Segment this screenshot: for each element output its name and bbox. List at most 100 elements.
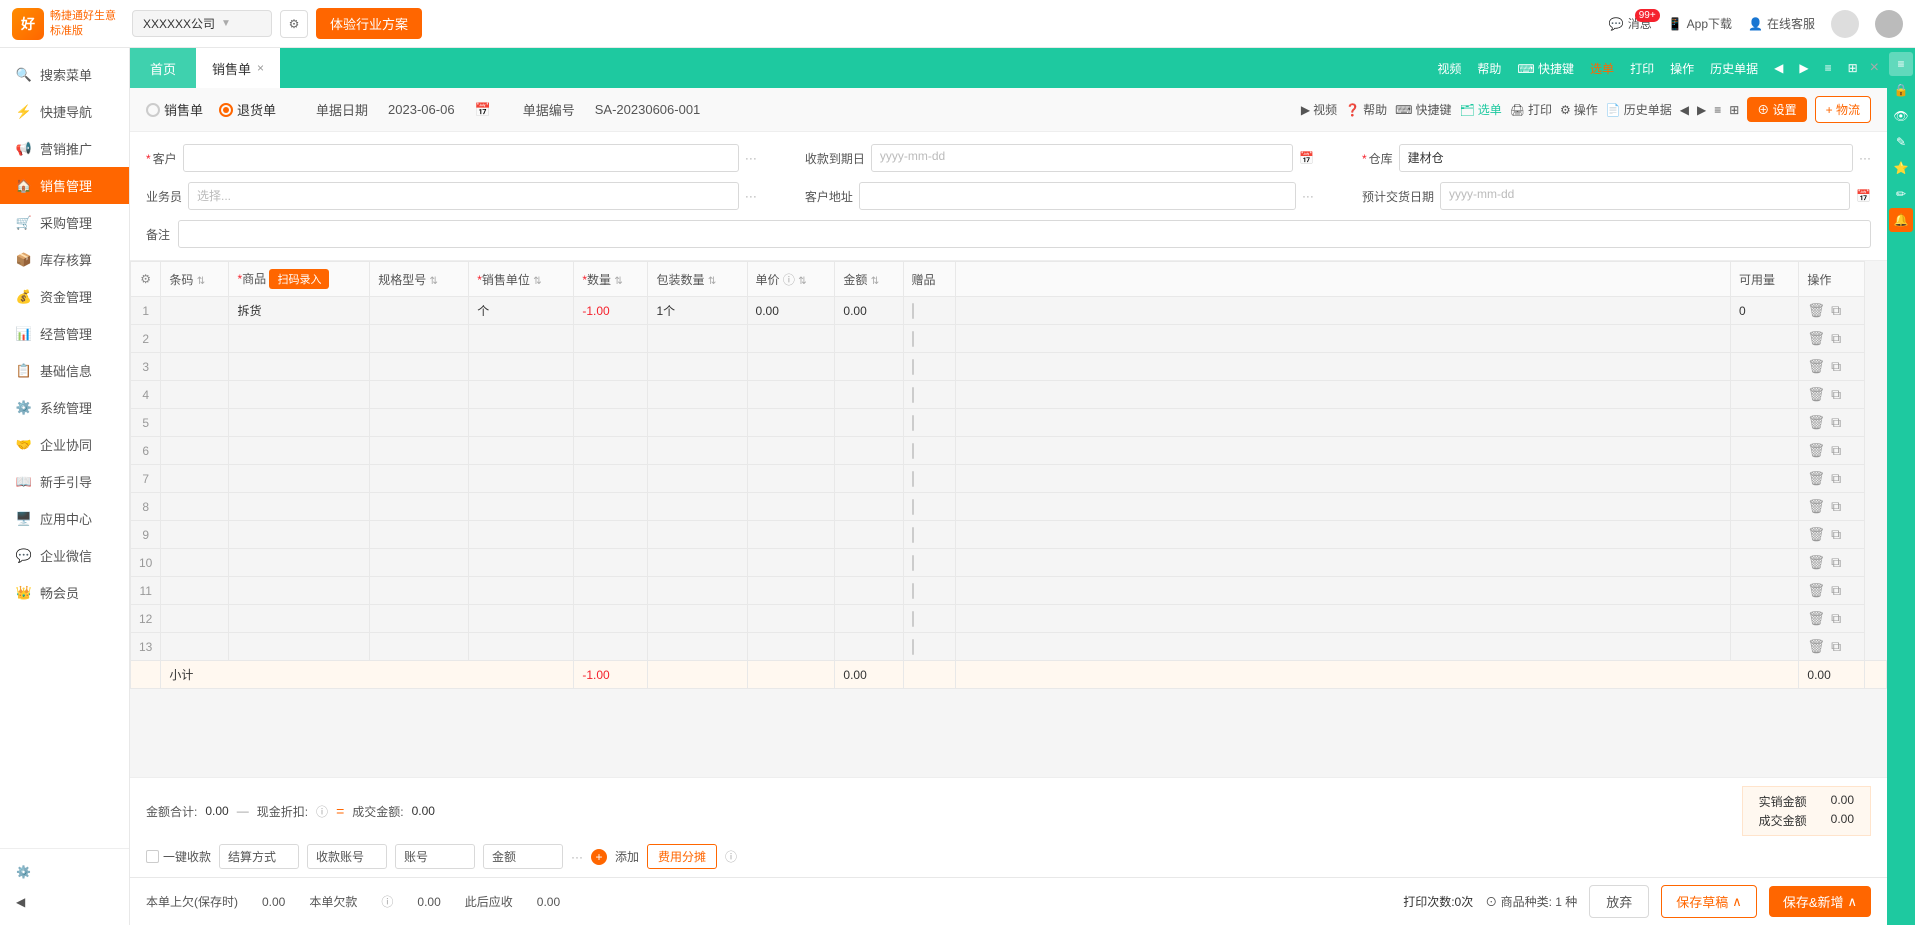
row-copy-icon-1[interactable]: ⧉	[1831, 330, 1841, 347]
add-button[interactable]: +	[591, 849, 607, 865]
row-pkg-qty-7[interactable]	[648, 493, 747, 521]
row-product-12[interactable]	[229, 633, 370, 661]
row-qty-7[interactable]	[574, 493, 648, 521]
row-gift-7[interactable]	[903, 493, 956, 521]
row-product-9[interactable]	[229, 549, 370, 577]
save-draft-button[interactable]: 保存草稿 ∧	[1661, 885, 1757, 918]
row-gift-11[interactable]	[903, 605, 956, 633]
one-click-pay-checkbox[interactable]: 一键收款	[146, 848, 211, 865]
gift-checkbox-11[interactable]	[912, 611, 914, 627]
row-amount-7[interactable]	[835, 493, 903, 521]
row-copy-icon-7[interactable]: ⧉	[1831, 498, 1841, 515]
row-price-6[interactable]	[747, 465, 835, 493]
row-unit-12[interactable]	[469, 633, 574, 661]
operations-button[interactable]: 操作	[1666, 58, 1698, 79]
gift-checkbox-0[interactable]	[912, 303, 914, 319]
sidebar-collapse-button[interactable]: ◀	[0, 887, 129, 917]
due-date-calendar-icon[interactable]: 📅	[1299, 151, 1314, 165]
row-amount-6[interactable]	[835, 465, 903, 493]
row-gift-3[interactable]	[903, 381, 956, 409]
customer-input[interactable]	[183, 144, 739, 172]
avatar[interactable]	[1831, 10, 1859, 38]
row-copy-icon-0[interactable]: ⧉	[1831, 302, 1841, 319]
sidebar-item-guide[interactable]: 📖 新手引导	[0, 463, 129, 500]
row-product-1[interactable]	[229, 325, 370, 353]
salesperson-more-icon[interactable]: ···	[745, 189, 757, 203]
addr-more-icon[interactable]: ···	[1302, 189, 1314, 203]
row-amount-1[interactable]	[835, 325, 903, 353]
rp-btn-1[interactable]: ≡	[1889, 52, 1913, 76]
sidebar-item-marketing[interactable]: 📢 营销推广	[0, 130, 129, 167]
grid-view-btn[interactable]: ⊞	[1729, 103, 1739, 117]
row-amount-10[interactable]	[835, 577, 903, 605]
row-unit-1[interactable]	[469, 325, 574, 353]
row-delete-icon-11[interactable]: 🗑	[1807, 610, 1825, 627]
gift-checkbox-10[interactable]	[912, 583, 914, 599]
row-copy-icon-12[interactable]: ⧉	[1831, 638, 1841, 655]
row-delete-icon-10[interactable]: 🗑	[1807, 582, 1825, 599]
row-pkg-qty-9[interactable]	[648, 549, 747, 577]
row-pkg-qty-11[interactable]	[648, 605, 747, 633]
col-settings-header[interactable]: ⚙	[131, 262, 161, 297]
gift-checkbox-3[interactable]	[912, 387, 914, 403]
row-price-8[interactable]	[747, 521, 835, 549]
row-product-8[interactable]	[229, 521, 370, 549]
row-delete-icon-7[interactable]: 🗑	[1807, 498, 1825, 515]
expense-split-button[interactable]: 费用分摊	[647, 844, 717, 869]
history-toolbar-btn[interactable]: 📄 历史单据	[1606, 101, 1672, 118]
due-date-input[interactable]: yyyy-mm-dd	[871, 144, 1293, 172]
account-no-input[interactable]: 账号	[395, 844, 475, 869]
rp-btn-7[interactable]: 🔔	[1889, 208, 1913, 232]
settle-method-select[interactable]: 结算方式	[219, 844, 299, 869]
row-delete-icon-8[interactable]: 🗑	[1807, 526, 1825, 543]
gift-checkbox-5[interactable]	[912, 443, 914, 459]
row-product-11[interactable]	[229, 605, 370, 633]
app-download-button[interactable]: 📱 App下载	[1668, 15, 1732, 32]
row-copy-icon-6[interactable]: ⧉	[1831, 470, 1841, 487]
row-gift-8[interactable]	[903, 521, 956, 549]
row-barcode-11[interactable]	[161, 605, 229, 633]
list-view-btn[interactable]: ≡	[1714, 103, 1721, 117]
amount-input[interactable]: 金额	[483, 844, 563, 869]
row-amount-3[interactable]	[835, 381, 903, 409]
row-pkg-qty-4[interactable]	[648, 409, 747, 437]
row-product-6[interactable]	[229, 465, 370, 493]
sidebar-item-wechat[interactable]: 💬 企业微信	[0, 537, 129, 574]
row-copy-icon-3[interactable]: ⧉	[1831, 386, 1841, 403]
row-price-10[interactable]	[747, 577, 835, 605]
row-unit-7[interactable]	[469, 493, 574, 521]
sidebar-item-system[interactable]: ⚙️ 系统管理	[0, 389, 129, 426]
row-price-5[interactable]	[747, 437, 835, 465]
sidebar-settings-button[interactable]: ⚙️	[0, 857, 129, 887]
row-copy-icon-5[interactable]: ⧉	[1831, 442, 1841, 459]
row-unit-6[interactable]	[469, 465, 574, 493]
row-barcode-6[interactable]	[161, 465, 229, 493]
row-delete-icon-9[interactable]: 🗑	[1807, 554, 1825, 571]
expense-info-icon[interactable]: ⓘ	[725, 848, 737, 865]
row-pkg-qty-1[interactable]	[648, 325, 747, 353]
row-delete-icon-12[interactable]: 🗑	[1807, 638, 1825, 655]
row-qty-0[interactable]: -1.00	[574, 297, 648, 325]
row-delete-icon-5[interactable]: 🗑	[1807, 442, 1825, 459]
history-button[interactable]: 历史单据	[1706, 58, 1762, 79]
row-amount-11[interactable]	[835, 605, 903, 633]
row-unit-11[interactable]	[469, 605, 574, 633]
row-price-11[interactable]	[747, 605, 835, 633]
row-barcode-9[interactable]	[161, 549, 229, 577]
row-spec-3[interactable]	[370, 381, 469, 409]
sidebar-item-sales[interactable]: 🏠 销售管理	[0, 167, 129, 204]
next-toolbar-btn[interactable]: ▶	[1697, 103, 1706, 117]
row-copy-icon-11[interactable]: ⧉	[1831, 610, 1841, 627]
shortcut-button[interactable]: ⌨ 快捷键	[1513, 58, 1578, 79]
row-amount-5[interactable]	[835, 437, 903, 465]
prev-toolbar-btn[interactable]: ◀	[1680, 103, 1689, 117]
gift-checkbox-12[interactable]	[912, 639, 914, 655]
trial-button[interactable]: 体验行业方案	[316, 8, 422, 39]
row-qty-6[interactable]	[574, 465, 648, 493]
row-copy-icon-10[interactable]: ⧉	[1831, 582, 1841, 599]
row-unit-8[interactable]	[469, 521, 574, 549]
row-spec-2[interactable]	[370, 353, 469, 381]
row-spec-8[interactable]	[370, 521, 469, 549]
row-product-7[interactable]	[229, 493, 370, 521]
warehouse-more-icon[interactable]: ···	[1859, 151, 1871, 165]
